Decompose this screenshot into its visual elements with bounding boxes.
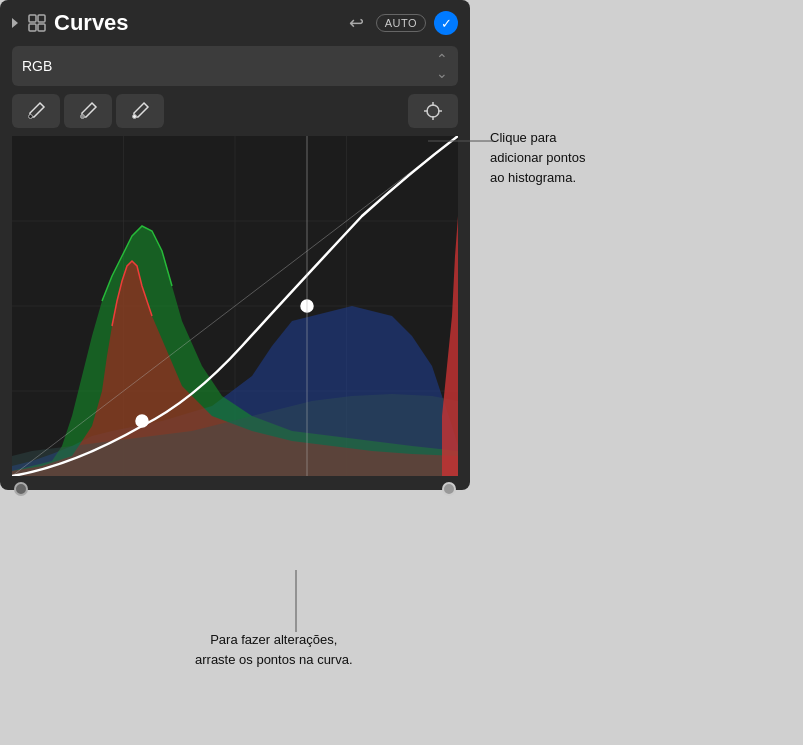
collapse-triangle-icon[interactable] xyxy=(12,18,18,28)
svg-rect-1 xyxy=(38,15,45,22)
channel-label: RGB xyxy=(22,58,52,74)
svg-rect-2 xyxy=(29,24,36,31)
white-handle[interactable] xyxy=(442,482,456,496)
panel-header: Curves ↩ AUTO ✓ xyxy=(12,10,458,36)
gray-eyedropper-icon xyxy=(78,101,98,121)
auto-button[interactable]: AUTO xyxy=(376,14,426,32)
bottom-callout-line xyxy=(295,570,297,632)
grid-icon xyxy=(28,14,46,32)
svg-point-7 xyxy=(427,105,439,117)
target-crosshair-icon xyxy=(422,100,444,122)
right-callout: Clique para adicionar pontos ao histogra… xyxy=(490,128,585,188)
histogram-container[interactable] xyxy=(12,136,458,476)
panel-title: Curves xyxy=(54,10,337,36)
svg-rect-3 xyxy=(38,24,45,31)
black-handle[interactable] xyxy=(14,482,28,496)
gray-point-eyedropper-button[interactable] xyxy=(64,94,112,128)
svg-point-5 xyxy=(81,115,85,119)
confirm-button[interactable]: ✓ xyxy=(434,11,458,35)
svg-point-4 xyxy=(29,115,33,119)
white-point-eyedropper-button[interactable] xyxy=(116,94,164,128)
undo-button[interactable]: ↩ xyxy=(345,10,368,36)
black-eyedropper-icon xyxy=(26,101,46,121)
chevron-updown-icon: ⌃⌄ xyxy=(436,52,448,80)
right-callout-text: Clique para adicionar pontos ao histogra… xyxy=(490,128,585,188)
histogram-svg xyxy=(12,136,458,476)
add-points-button[interactable] xyxy=(408,94,458,128)
channel-selector[interactable]: RGB ⌃⌄ xyxy=(12,46,458,86)
white-eyedropper-icon xyxy=(130,101,150,121)
bottom-callout-text: Para fazer alterações, arraste os pontos… xyxy=(195,630,353,670)
black-point-eyedropper-button[interactable] xyxy=(12,94,60,128)
svg-rect-0 xyxy=(29,15,36,22)
right-callout-line xyxy=(428,140,493,142)
svg-point-20 xyxy=(136,415,148,427)
svg-point-6 xyxy=(133,115,137,119)
tools-row xyxy=(12,94,458,128)
bottom-callout: Para fazer alterações, arraste os pontos… xyxy=(195,630,353,670)
curves-panel: Curves ↩ AUTO ✓ RGB ⌃⌄ xyxy=(0,0,470,490)
